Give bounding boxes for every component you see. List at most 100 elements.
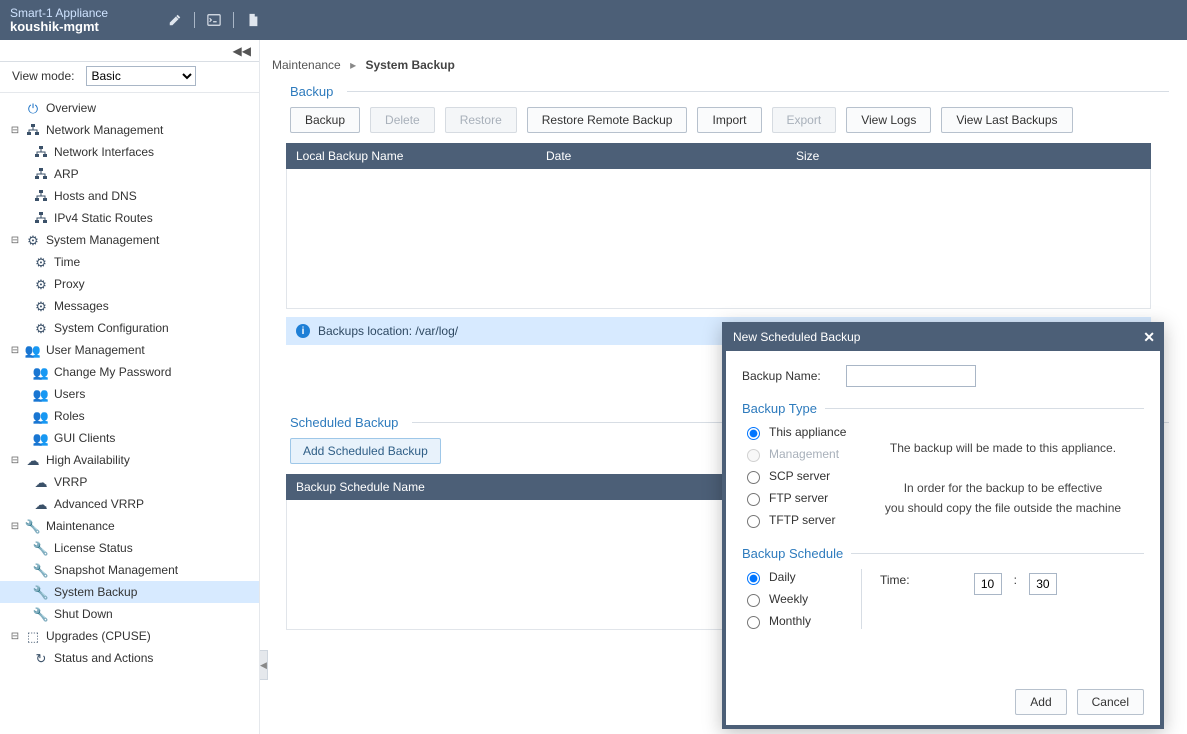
new-scheduled-backup-dialog: New Scheduled Backup ✕ Backup Name: Back… bbox=[722, 322, 1164, 729]
app-title: Smart-1 Appliance bbox=[10, 6, 108, 20]
nav-ipv4-routes[interactable]: IPv4 Static Routes bbox=[0, 207, 259, 229]
nav-users[interactable]: 👥Users bbox=[0, 383, 259, 405]
viewmode-label: View mode: bbox=[12, 69, 74, 83]
sidebar-collapse[interactable]: ◀◀ bbox=[0, 40, 259, 62]
viewmode-select[interactable]: Basic bbox=[86, 66, 196, 86]
breadcrumb: Maintenance ▸ System Backup bbox=[260, 40, 1187, 84]
gear-icon: ⚙ bbox=[34, 255, 48, 269]
nav-advanced-vrrp[interactable]: ☁Advanced VRRP bbox=[0, 493, 259, 515]
collapse-icon: ⊟ bbox=[10, 125, 20, 136]
radio-scp[interactable]: SCP server bbox=[742, 468, 862, 484]
nav-gui-clients[interactable]: 👥GUI Clients bbox=[0, 427, 259, 449]
network-icon bbox=[34, 211, 48, 225]
export-button: Export bbox=[772, 107, 837, 133]
nav-time[interactable]: ⚙Time bbox=[0, 251, 259, 273]
collapse-icon: ⊟ bbox=[10, 521, 20, 532]
nav-upgrades[interactable]: ⊟ ⬚ Upgrades (CPUSE) bbox=[0, 625, 259, 647]
nav-change-password[interactable]: 👥Change My Password bbox=[0, 361, 259, 383]
col-size: Size bbox=[786, 149, 1151, 163]
cloud-icon: ☁ bbox=[26, 453, 40, 467]
nav-roles[interactable]: 👥Roles bbox=[0, 405, 259, 427]
edit-icon[interactable] bbox=[168, 13, 182, 27]
document-icon[interactable] bbox=[246, 13, 260, 27]
radio-daily[interactable]: Daily bbox=[742, 569, 851, 585]
import-button[interactable]: Import bbox=[697, 107, 761, 133]
dialog-title: New Scheduled Backup bbox=[733, 330, 860, 344]
breadcrumb-parent[interactable]: Maintenance bbox=[272, 58, 341, 72]
sidebar: ◀◀ View mode: Basic ⏻ Overview ⊟ bbox=[0, 40, 260, 734]
users-icon: 👥 bbox=[34, 387, 48, 401]
nav-system-backup[interactable]: 🔧System Backup bbox=[0, 581, 259, 603]
network-icon bbox=[26, 123, 40, 137]
backup-table-header: Local Backup Name Date Size bbox=[286, 143, 1151, 169]
collapse-icon: ⊟ bbox=[10, 345, 20, 356]
nav-maintenance[interactable]: ⊟ 🔧 Maintenance bbox=[0, 515, 259, 537]
time-hour-input[interactable] bbox=[974, 573, 1002, 595]
terminal-icon[interactable] bbox=[207, 13, 221, 27]
dialog-cancel-button[interactable]: Cancel bbox=[1077, 689, 1144, 715]
dialog-close-button[interactable]: ✕ bbox=[1143, 329, 1155, 346]
cloud-icon: ☁ bbox=[34, 497, 48, 511]
col-local-backup-name: Local Backup Name bbox=[286, 149, 536, 163]
refresh-icon: ↻ bbox=[34, 651, 48, 665]
radio-weekly[interactable]: Weekly bbox=[742, 591, 851, 607]
backup-schedule-title: Backup Schedule bbox=[742, 546, 1144, 561]
nav-high-availability[interactable]: ⊟ ☁ High Availability bbox=[0, 449, 259, 471]
wrench-icon: 🔧 bbox=[34, 607, 48, 621]
separator bbox=[194, 12, 195, 28]
nav-network-management[interactable]: ⊟ Network Management bbox=[0, 119, 259, 141]
users-icon: 👥 bbox=[34, 431, 48, 445]
nav-proxy[interactable]: ⚙Proxy bbox=[0, 273, 259, 295]
nav-system-configuration[interactable]: ⚙System Configuration bbox=[0, 317, 259, 339]
breadcrumb-current: System Backup bbox=[365, 58, 454, 72]
backup-type-description: The backup will be made to this applianc… bbox=[862, 424, 1144, 528]
nav-status-actions[interactable]: ↻Status and Actions bbox=[0, 647, 259, 669]
col-date: Date bbox=[536, 149, 786, 163]
users-icon: 👥 bbox=[34, 409, 48, 423]
backup-button[interactable]: Backup bbox=[290, 107, 360, 133]
nav-messages[interactable]: ⚙Messages bbox=[0, 295, 259, 317]
backup-name-input[interactable] bbox=[846, 365, 976, 387]
wrench-icon: 🔧 bbox=[34, 541, 48, 555]
radio-this-appliance[interactable]: This appliance bbox=[742, 424, 862, 440]
nav-system-management[interactable]: ⊟ ⚙ System Management bbox=[0, 229, 259, 251]
network-icon bbox=[34, 189, 48, 203]
restore-remote-button[interactable]: Restore Remote Backup bbox=[527, 107, 688, 133]
wrench-icon: 🔧 bbox=[34, 585, 48, 599]
backup-type-title: Backup Type bbox=[742, 401, 1144, 416]
collapse-icon: ⊟ bbox=[10, 455, 20, 466]
package-icon: ⬚ bbox=[26, 629, 40, 643]
nav-shut-down[interactable]: 🔧Shut Down bbox=[0, 603, 259, 625]
radio-tftp[interactable]: TFTP server bbox=[742, 512, 862, 528]
main-content: Maintenance ▸ System Backup Backup Backu… bbox=[260, 40, 1187, 734]
view-last-backups-button[interactable]: View Last Backups bbox=[941, 107, 1072, 133]
nav-vrrp[interactable]: ☁VRRP bbox=[0, 471, 259, 493]
chevron-right-icon: ▸ bbox=[350, 58, 356, 72]
time-label: Time: bbox=[880, 573, 910, 587]
restore-button: Restore bbox=[445, 107, 517, 133]
separator bbox=[233, 12, 234, 28]
nav-network-interfaces[interactable]: Network Interfaces bbox=[0, 141, 259, 163]
add-scheduled-backup-button[interactable]: Add Scheduled Backup bbox=[290, 438, 441, 464]
time-colon: : bbox=[1014, 573, 1017, 587]
view-logs-button[interactable]: View Logs bbox=[846, 107, 931, 133]
radio-ftp[interactable]: FTP server bbox=[742, 490, 862, 506]
info-text: Backups location: /var/log/ bbox=[318, 324, 458, 338]
top-bar: Smart-1 Appliance koushik-mgmt bbox=[0, 0, 1187, 40]
network-icon bbox=[34, 145, 48, 159]
nav-overview[interactable]: ⏻ Overview bbox=[0, 97, 259, 119]
nav-license-status[interactable]: 🔧License Status bbox=[0, 537, 259, 559]
dialog-add-button[interactable]: Add bbox=[1015, 689, 1066, 715]
collapse-icon: ⊟ bbox=[10, 631, 20, 642]
time-minute-input[interactable] bbox=[1029, 573, 1057, 595]
nav-snapshot-management[interactable]: 🔧Snapshot Management bbox=[0, 559, 259, 581]
wrench-icon: 🔧 bbox=[26, 519, 40, 533]
nav-user-management[interactable]: ⊟ 👥 User Management bbox=[0, 339, 259, 361]
chevron-left-double-icon: ◀◀ bbox=[233, 44, 251, 58]
nav-arp[interactable]: ARP bbox=[0, 163, 259, 185]
gear-icon: ⚙ bbox=[34, 321, 48, 335]
nav-hosts-dns[interactable]: Hosts and DNS bbox=[0, 185, 259, 207]
radio-monthly[interactable]: Monthly bbox=[742, 613, 851, 629]
backup-table-body[interactable] bbox=[286, 169, 1151, 309]
users-icon: 👥 bbox=[26, 343, 40, 357]
